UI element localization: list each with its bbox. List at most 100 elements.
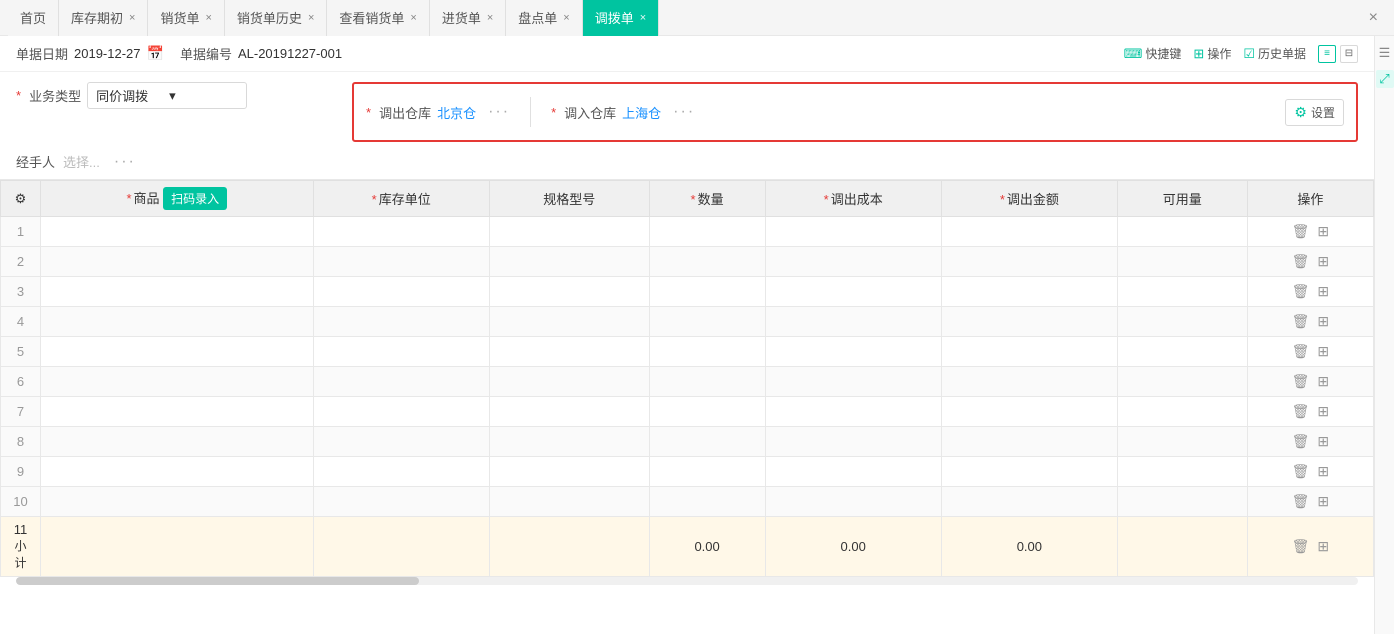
cell-cost-5[interactable]	[765, 337, 941, 367]
cell-qty-4[interactable]	[649, 307, 765, 337]
copy-icon-7[interactable]: ⊞	[1317, 403, 1329, 420]
cell-qty-8[interactable]	[649, 427, 765, 457]
tab-close-check-sales[interactable]: ×	[410, 12, 416, 24]
cell-unit-10[interactable]	[313, 487, 489, 517]
cell-spec-1[interactable]	[489, 217, 649, 247]
cell-amount-7[interactable]	[941, 397, 1117, 427]
cell-cost-2[interactable]	[765, 247, 941, 277]
cell-qty-5[interactable]	[649, 337, 765, 367]
cell-unit-8[interactable]	[313, 427, 489, 457]
cell-qty-7[interactable]	[649, 397, 765, 427]
cell-unit-4[interactable]	[313, 307, 489, 337]
cell-amount-2[interactable]	[941, 247, 1117, 277]
cell-product-9[interactable]	[41, 457, 314, 487]
cell-unit-5[interactable]	[313, 337, 489, 367]
cell-product-3[interactable]	[41, 277, 314, 307]
cell-unit-7[interactable]	[313, 397, 489, 427]
copy-icon-9[interactable]: ⊞	[1317, 463, 1329, 480]
cell-spec-8[interactable]	[489, 427, 649, 457]
date-value[interactable]: 2019-12-27	[74, 46, 141, 61]
copy-icon-6[interactable]: ⊞	[1317, 373, 1329, 390]
in-warehouse-value[interactable]: 上海仓	[622, 103, 661, 122]
cell-qty-1[interactable]	[649, 217, 765, 247]
cell-cost-3[interactable]	[765, 277, 941, 307]
tab-close-sales-order[interactable]: ×	[205, 12, 211, 24]
copy-icon-subtotal[interactable]: ⊞	[1317, 538, 1329, 555]
delete-icon-9[interactable]: 🗑	[1292, 463, 1310, 480]
cell-amount-8[interactable]	[941, 427, 1117, 457]
cell-unit-9[interactable]	[313, 457, 489, 487]
cell-amount-6[interactable]	[941, 367, 1117, 397]
operation-button[interactable]: ⊞ 操作	[1193, 45, 1231, 62]
cell-product-6[interactable]	[41, 367, 314, 397]
tab-close-purchase-order[interactable]: ×	[487, 12, 493, 24]
side-list-icon[interactable]: ☰	[1376, 44, 1394, 62]
cell-product-10[interactable]	[41, 487, 314, 517]
history-button[interactable]: ☑ 历史单据	[1243, 45, 1306, 62]
settings-button[interactable]: ⚙ 设置	[1285, 99, 1344, 126]
tab-home[interactable]: 首页	[8, 0, 59, 36]
cell-product-8[interactable]	[41, 427, 314, 457]
out-warehouse-more-icon[interactable]: ···	[488, 103, 510, 121]
tab-close-transfer-order[interactable]: ×	[640, 12, 646, 24]
cell-product-5[interactable]	[41, 337, 314, 367]
copy-icon-8[interactable]: ⊞	[1317, 433, 1329, 450]
delete-icon-4[interactable]: 🗑	[1292, 313, 1310, 330]
copy-icon-2[interactable]: ⊞	[1317, 253, 1329, 270]
cell-spec-10[interactable]	[489, 487, 649, 517]
tab-check-sales[interactable]: 查看销货单 ×	[327, 0, 429, 36]
cell-cost-6[interactable]	[765, 367, 941, 397]
cell-amount-4[interactable]	[941, 307, 1117, 337]
cell-spec-9[interactable]	[489, 457, 649, 487]
cell-cost-8[interactable]	[765, 427, 941, 457]
window-close-icon[interactable]: ×	[1361, 9, 1386, 27]
copy-icon-4[interactable]: ⊞	[1317, 313, 1329, 330]
cell-unit-2[interactable]	[313, 247, 489, 277]
cell-qty-2[interactable]	[649, 247, 765, 277]
in-warehouse-more-icon[interactable]: ···	[673, 103, 695, 121]
cell-qty-6[interactable]	[649, 367, 765, 397]
scrollbar-thumb[interactable]	[16, 577, 419, 585]
copy-icon-5[interactable]: ⊞	[1317, 343, 1329, 360]
layout-icon-2[interactable]: ⊟	[1340, 45, 1358, 63]
tab-close-stocktake[interactable]: ×	[563, 12, 569, 24]
cell-spec-6[interactable]	[489, 367, 649, 397]
delete-icon-1[interactable]: 🗑	[1292, 223, 1310, 240]
handler-input[interactable]: 选择...	[63, 152, 100, 171]
tab-sales-order[interactable]: 销货单 ×	[148, 0, 224, 36]
cell-amount-9[interactable]	[941, 457, 1117, 487]
cell-amount-10[interactable]	[941, 487, 1117, 517]
cell-product-7[interactable]	[41, 397, 314, 427]
cell-spec-3[interactable]	[489, 277, 649, 307]
handler-more-icon[interactable]: ···	[114, 153, 136, 171]
col-gear[interactable]: ⚙	[1, 181, 41, 217]
scan-button[interactable]: 扫码录入	[163, 187, 227, 210]
tab-inventory-init[interactable]: 库存期初 ×	[59, 0, 148, 36]
tab-purchase-order[interactable]: 进货单 ×	[430, 0, 506, 36]
horizontal-scrollbar[interactable]	[16, 577, 1358, 585]
delete-icon-2[interactable]: 🗑	[1292, 253, 1310, 270]
cell-qty-10[interactable]	[649, 487, 765, 517]
tab-close-sales-history[interactable]: ×	[308, 12, 314, 24]
cell-cost-1[interactable]	[765, 217, 941, 247]
layout-icon-1[interactable]: ≡	[1318, 45, 1336, 63]
cell-unit-3[interactable]	[313, 277, 489, 307]
delete-icon-10[interactable]: 🗑	[1292, 493, 1310, 510]
cell-qty-9[interactable]	[649, 457, 765, 487]
calendar-icon[interactable]: 📅	[147, 45, 164, 62]
delete-icon-5[interactable]: 🗑	[1292, 343, 1310, 360]
business-type-select[interactable]: 同价调拨 ▾	[87, 82, 247, 109]
cell-unit-1[interactable]	[313, 217, 489, 247]
copy-icon-3[interactable]: ⊞	[1317, 283, 1329, 300]
cell-amount-5[interactable]	[941, 337, 1117, 367]
cell-cost-4[interactable]	[765, 307, 941, 337]
tab-close-inventory-init[interactable]: ×	[129, 12, 135, 24]
cell-spec-2[interactable]	[489, 247, 649, 277]
cell-cost-9[interactable]	[765, 457, 941, 487]
cell-spec-7[interactable]	[489, 397, 649, 427]
cell-cost-10[interactable]	[765, 487, 941, 517]
cell-amount-3[interactable]	[941, 277, 1117, 307]
cell-unit-6[interactable]	[313, 367, 489, 397]
delete-icon-3[interactable]: 🗑	[1292, 283, 1310, 300]
delete-icon-6[interactable]: 🗑	[1292, 373, 1310, 390]
